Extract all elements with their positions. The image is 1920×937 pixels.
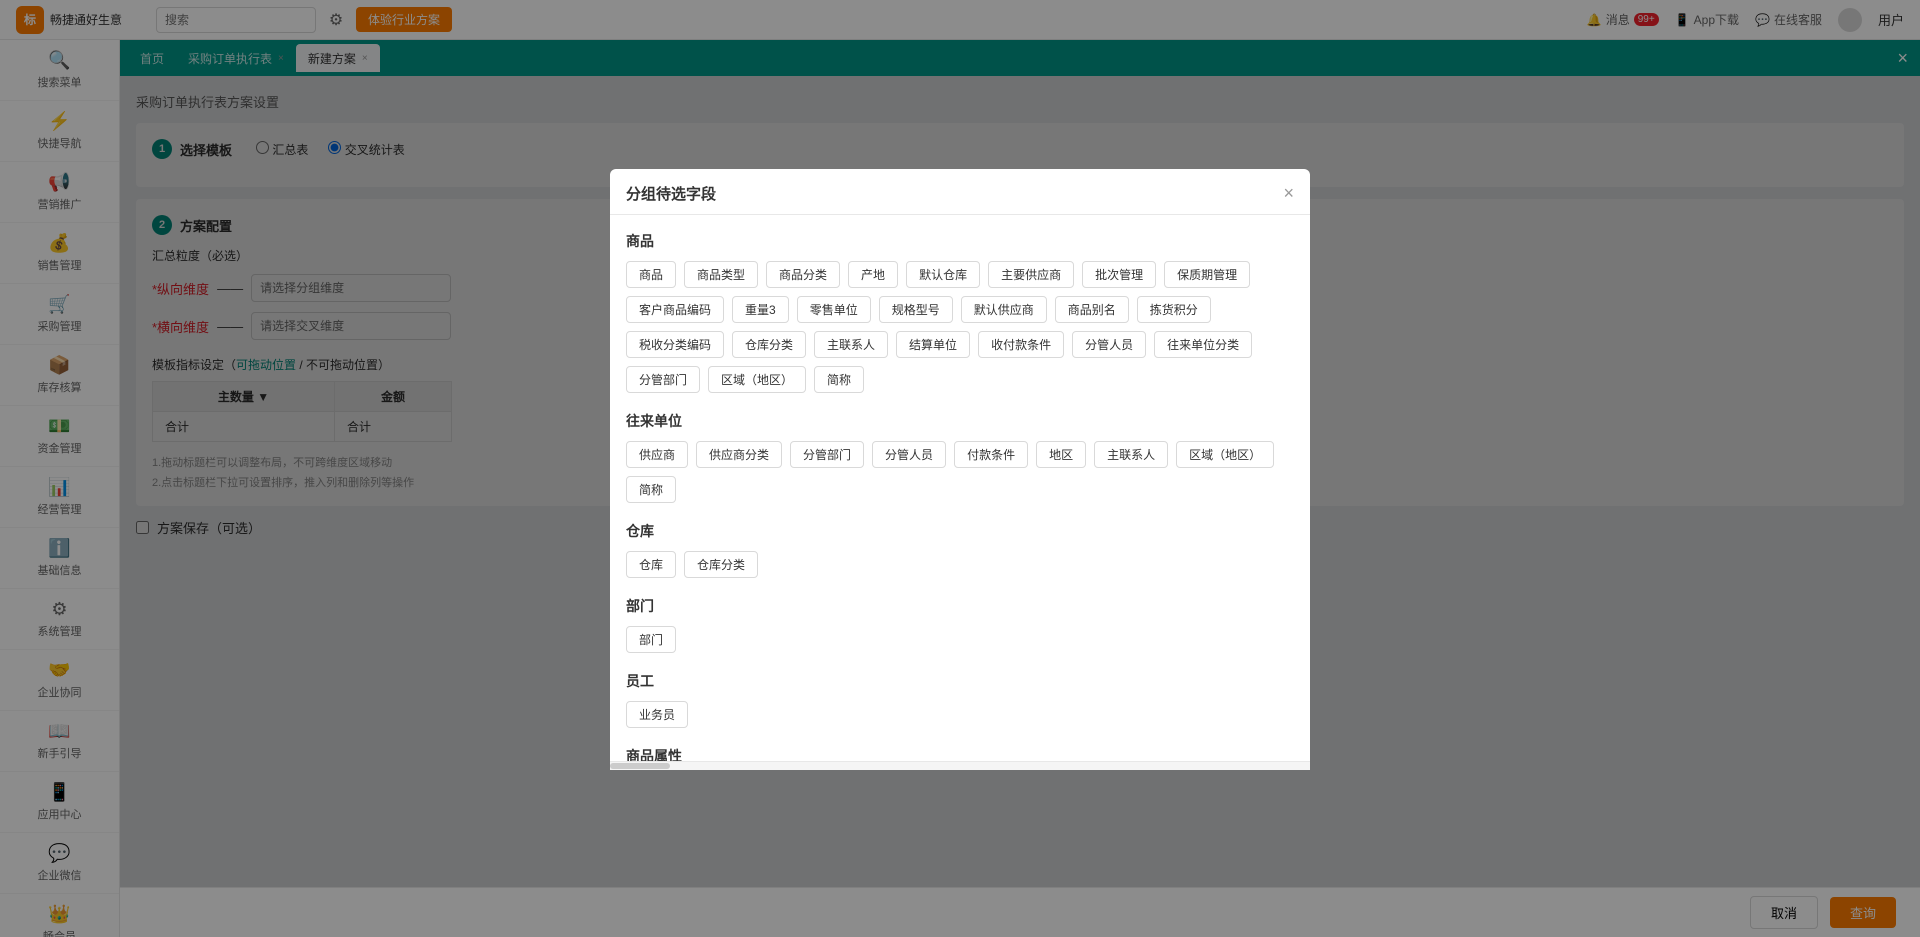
field-tag-1-6[interactable]: 主联系人 [1094,441,1168,468]
field-tag-0-0[interactable]: 商品 [626,261,676,288]
field-tag-3-0[interactable]: 部门 [626,626,676,653]
field-group-1: 往来单位供应商供应商分类分管部门分管人员付款条件地区主联系人区域（地区） 简称 [626,411,1294,503]
field-tag-0-12[interactable]: 默认供应商 [961,296,1047,323]
field-tag-0-5[interactable]: 主要供应商 [988,261,1074,288]
field-tag-1-0[interactable]: 供应商 [626,441,688,468]
field-tags-2: 仓库仓库分类 [626,551,1294,578]
field-tag-1-2[interactable]: 分管部门 [790,441,864,468]
modal-close-button[interactable]: × [1283,183,1294,204]
field-tag-0-18[interactable]: 结算单位 [896,331,970,358]
field-tag-1-3[interactable]: 分管人员 [872,441,946,468]
field-tag-0-23[interactable]: 区域（地区） [708,366,806,393]
field-tag-0-3[interactable]: 产地 [848,261,898,288]
field-tag-0-13[interactable]: 商品别名 [1055,296,1129,323]
hscroll-thumb[interactable] [610,763,670,769]
field-tag-0-2[interactable]: 商品分类 [766,261,840,288]
modal-body[interactable]: 商品商品商品类型商品分类产地默认仓库主要供应商批次管理保质期管理客户商品编码重量… [610,215,1310,761]
modal: 分组待选字段 × 商品商品商品类型商品分类产地默认仓库主要供应商批次管理保质期管… [610,169,1310,769]
field-group-title-1: 往来单位 [626,411,1294,431]
modal-hscroll [610,761,1310,769]
field-group-title-3: 部门 [626,596,1294,616]
field-tag-0-9[interactable]: 重量3 [732,296,789,323]
modal-overlay: 分组待选字段 × 商品商品商品类型商品分类产地默认仓库主要供应商批次管理保质期管… [0,0,1920,937]
field-tag-0-19[interactable]: 收付款条件 [978,331,1064,358]
field-tag-0-14[interactable]: 拣货积分 [1137,296,1211,323]
field-tag-0-17[interactable]: 主联系人 [814,331,888,358]
field-tag-0-8[interactable]: 客户商品编码 [626,296,724,323]
field-group-title-4: 员工 [626,671,1294,691]
field-tag-0-15[interactable]: 税收分类编码 [626,331,724,358]
field-tags-1: 供应商供应商分类分管部门分管人员付款条件地区主联系人区域（地区） 简称 [626,441,1294,503]
field-tag-1-7[interactable]: 区域（地区） [1176,441,1274,468]
field-tag-0-7[interactable]: 保质期管理 [1164,261,1250,288]
field-group-5: 商品属性属性颜色多规格尺码鞋码1 [626,746,1294,761]
field-tag-0-22[interactable]: 分管部门 [626,366,700,393]
field-tag-4-0[interactable]: 业务员 [626,701,688,728]
field-tag-2-1[interactable]: 仓库分类 [684,551,758,578]
field-tag-0-4[interactable]: 默认仓库 [906,261,980,288]
hscroll-track [610,762,1310,770]
field-tag-1-5[interactable]: 地区 [1036,441,1086,468]
field-tag-0-24[interactable]: 简称 [814,366,864,393]
field-tag-0-20[interactable]: 分管人员 [1072,331,1146,358]
field-tag-0-6[interactable]: 批次管理 [1082,261,1156,288]
field-group-title-5: 商品属性 [626,746,1294,761]
field-group-3: 部门部门 [626,596,1294,653]
modal-header: 分组待选字段 × [610,169,1310,215]
field-tag-2-0[interactable]: 仓库 [626,551,676,578]
field-group-0: 商品商品商品类型商品分类产地默认仓库主要供应商批次管理保质期管理客户商品编码重量… [626,231,1294,393]
field-group-4: 员工业务员 [626,671,1294,728]
field-tag-1-1[interactable]: 供应商分类 [696,441,782,468]
field-tag-1-8[interactable]: 简称 [626,476,676,503]
field-group-title-0: 商品 [626,231,1294,251]
field-tags-4: 业务员 [626,701,1294,728]
modal-title: 分组待选字段 [626,183,716,204]
field-tag-0-1[interactable]: 商品类型 [684,261,758,288]
field-tag-0-11[interactable]: 规格型号 [879,296,953,323]
field-group-title-2: 仓库 [626,521,1294,541]
field-tag-0-21[interactable]: 往来单位分类 [1154,331,1252,358]
field-tag-1-4[interactable]: 付款条件 [954,441,1028,468]
field-tag-0-16[interactable]: 仓库分类 [732,331,806,358]
field-tags-0: 商品商品类型商品分类产地默认仓库主要供应商批次管理保质期管理客户商品编码重量3 零… [626,261,1294,393]
field-tags-3: 部门 [626,626,1294,653]
field-tag-0-10[interactable]: 零售单位 [797,296,871,323]
field-group-2: 仓库仓库仓库分类 [626,521,1294,578]
